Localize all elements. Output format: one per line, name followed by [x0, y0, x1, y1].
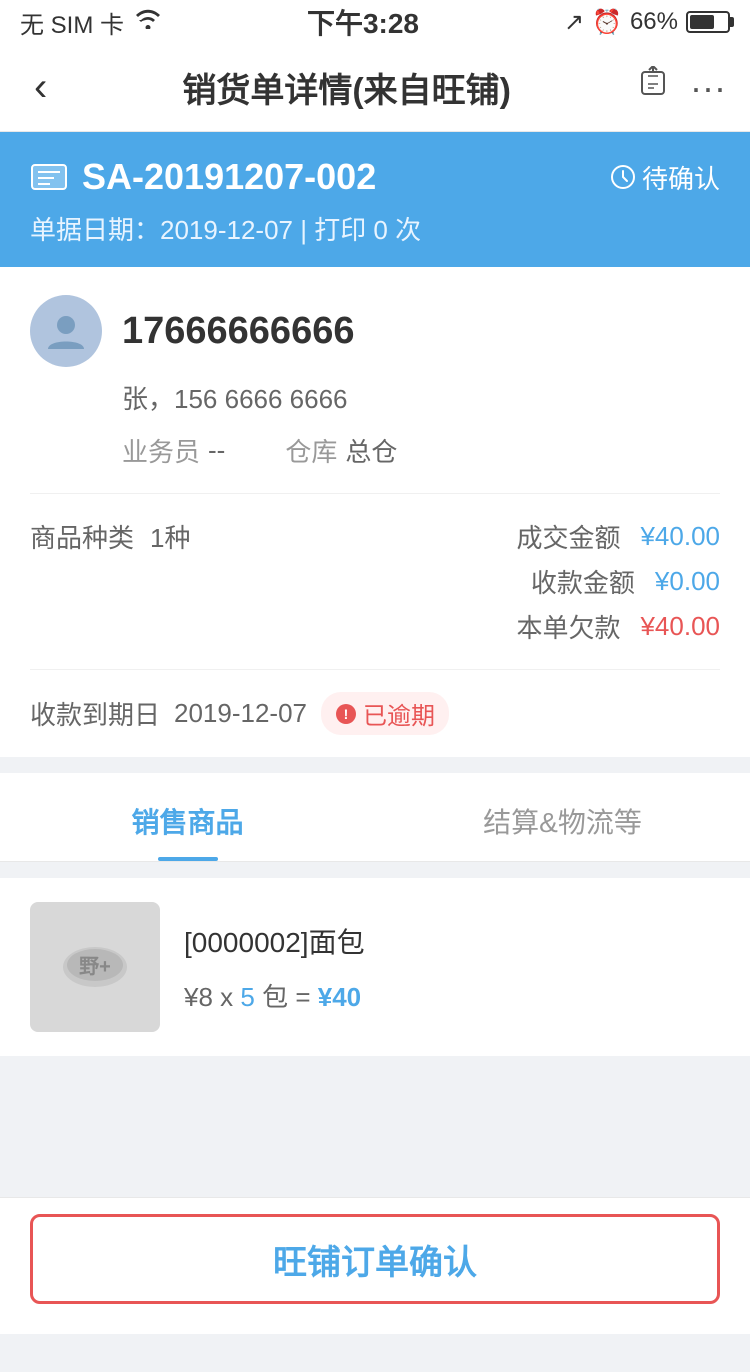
tab-settlement[interactable]: 结算&物流等: [375, 773, 750, 861]
order-id-row: SA-20191207-002 待确认: [30, 156, 720, 198]
product-item: 野+ [0000002]面包 ¥8 x 5 包 = ¥40: [0, 878, 750, 1056]
warehouse-value: 总仓: [345, 432, 397, 469]
received-amount: ¥0.00: [655, 566, 720, 597]
status-time: 下午3:28: [307, 2, 419, 42]
customer-row: 17666666666: [30, 295, 720, 367]
page-title: 销货单详情(来自旺铺): [57, 63, 636, 112]
salesperson-item: 业务员 --: [122, 432, 225, 469]
salesperson-value: --: [208, 435, 225, 466]
alarm-icon: ⏰: [592, 8, 622, 37]
customer-phone: 17666666666: [122, 310, 354, 353]
price-separator: x: [220, 982, 240, 1012]
product-thumb-inner: 野+: [30, 902, 160, 1032]
avatar: [30, 295, 102, 367]
battery-percent: 66%: [630, 8, 678, 36]
order-date: 单据日期：2019-12-07 | 打印 0 次: [30, 210, 720, 247]
received-label: 收款金额: [531, 563, 635, 600]
warehouse-label: 仓库: [285, 432, 337, 469]
more-icon[interactable]: ···: [690, 67, 726, 109]
product-price: ¥8: [184, 982, 213, 1012]
overdue-badge: ! 已逾期: [321, 692, 449, 735]
product-info: [0000002]面包 ¥8 x 5 包 = ¥40: [184, 921, 720, 1014]
customer-name: 张，156 6666 6666: [122, 379, 720, 416]
tab-sales-products[interactable]: 销售商品: [0, 773, 375, 861]
due-section: 收款到期日 2019-12-07 ! 已逾期: [0, 670, 750, 757]
customer-section: 17666666666 张，156 6666 6666 业务员 -- 仓库 总仓: [0, 267, 750, 493]
due-date-label: 收款到期日: [30, 695, 160, 732]
order-status: 待确认: [610, 159, 720, 196]
product-types-value: 1种: [150, 518, 190, 555]
svg-text:!: !: [344, 706, 349, 722]
warehouse-item: 仓库 总仓: [285, 432, 397, 469]
tabs-section: 销售商品 结算&物流等: [0, 773, 750, 862]
bottom-bar: 旺铺订单确认: [0, 1197, 750, 1334]
product-thumbnail: 野+: [30, 902, 160, 1032]
location-icon: ↗: [564, 8, 584, 37]
customer-card: 17666666666 张，156 6666 6666 业务员 -- 仓库 总仓…: [0, 267, 750, 757]
product-price-row: ¥8 x 5 包 = ¥40: [184, 977, 720, 1014]
back-button[interactable]: ‹: [24, 55, 57, 120]
tabs-row: 销售商品 结算&物流等: [0, 773, 750, 862]
product-total: ¥40: [318, 982, 361, 1012]
received-amount-row: 收款金额 ¥0.00: [531, 563, 720, 600]
svg-text:野+: 野+: [79, 956, 111, 978]
meta-row: 业务员 -- 仓库 总仓: [122, 432, 720, 469]
product-types-label: 商品种类: [30, 518, 134, 555]
status-right: ↗ ⏰ 66%: [564, 8, 730, 37]
deal-amount-row: 成交金额 ¥40.00: [516, 518, 720, 555]
order-header: SA-20191207-002 待确认 单据日期：2019-12-07 | 打印…: [0, 132, 750, 267]
due-date-value: 2019-12-07: [174, 698, 307, 729]
order-id: SA-20191207-002: [30, 156, 376, 198]
deal-amount: ¥40.00: [640, 521, 720, 552]
wifi-icon: [134, 8, 162, 36]
status-left: 无 SIM 卡: [20, 5, 162, 40]
salesperson-label: 业务员: [122, 432, 200, 469]
summary-left: 商品种类 1种: [30, 518, 190, 555]
product-unit: 包: [262, 982, 288, 1012]
battery-fill: [690, 15, 714, 29]
nav-bar: ‹ 销货单详情(来自旺铺) ···: [0, 44, 750, 132]
status-bar: 无 SIM 卡 下午3:28 ↗ ⏰ 66%: [0, 0, 750, 44]
summary-right: 成交金额 ¥40.00 收款金额 ¥0.00 本单欠款 ¥40.00: [516, 518, 720, 645]
equals: =: [295, 982, 317, 1012]
overdue-text: 已逾期: [363, 696, 435, 731]
owed-label: 本单欠款: [516, 608, 620, 645]
carrier-text: 无 SIM 卡: [20, 5, 124, 40]
nav-actions: ···: [636, 66, 726, 109]
owed-amount: ¥40.00: [640, 611, 720, 642]
battery-icon: [686, 11, 730, 33]
confirm-order-button[interactable]: 旺铺订单确认: [30, 1214, 720, 1304]
share-icon[interactable]: [636, 66, 670, 109]
status-text: 待确认: [642, 159, 720, 196]
deal-label: 成交金额: [516, 518, 620, 555]
product-name: [0000002]面包: [184, 921, 720, 961]
owed-amount-row: 本单欠款 ¥40.00: [516, 608, 720, 645]
product-qty: 5: [240, 982, 254, 1012]
summary-section: 商品种类 1种 成交金额 ¥40.00 收款金额 ¥0.00 本单欠款 ¥40.…: [0, 494, 750, 669]
